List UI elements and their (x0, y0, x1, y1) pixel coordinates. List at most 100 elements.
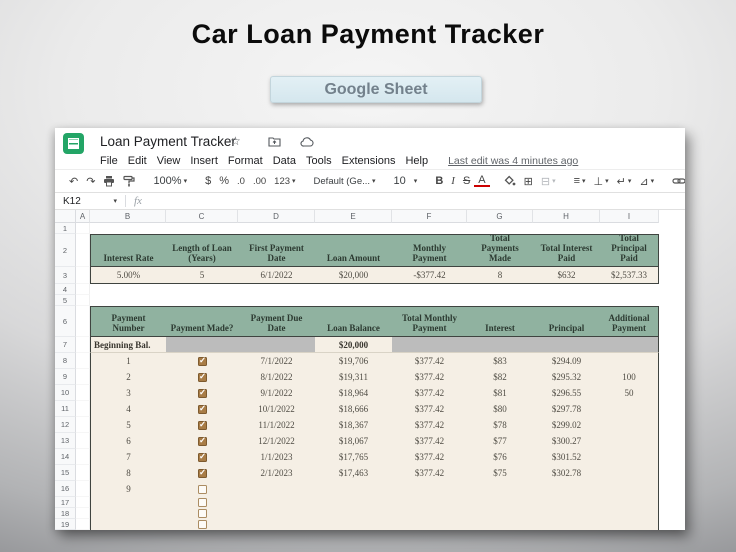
fill-color-icon[interactable] (500, 175, 520, 187)
cell-I15[interactable] (600, 465, 659, 481)
cell-I19[interactable] (600, 519, 659, 530)
cell-E14[interactable]: $17,765 (315, 449, 392, 465)
more-formats-button[interactable]: 123 ▾ (270, 176, 299, 187)
menu-format[interactable]: Format (228, 155, 263, 167)
cell-E18[interactable] (315, 508, 392, 519)
cell-I10[interactable]: 50 (600, 385, 659, 401)
cell-D4[interactable] (238, 284, 315, 295)
cell-G5[interactable] (467, 295, 533, 306)
payment-checkbox[interactable] (197, 403, 207, 414)
row-number-13[interactable]: 13 (55, 433, 76, 449)
cell-I5[interactable] (600, 295, 659, 306)
cell-C14[interactable] (166, 449, 238, 465)
cell-E8[interactable]: $19,706 (315, 353, 392, 369)
cell-C3[interactable]: 5 (166, 267, 238, 284)
cell-F15[interactable]: $377.42 (392, 465, 467, 481)
col-header-I[interactable]: I (600, 210, 659, 223)
cell-G12[interactable]: $78 (467, 417, 533, 433)
cell-E11[interactable]: $18,666 (315, 401, 392, 417)
cell-B15[interactable]: 8 (90, 465, 166, 481)
cell-B1[interactable] (90, 223, 166, 234)
payment-checkbox[interactable] (197, 451, 207, 462)
cell-F13[interactable]: $377.42 (392, 433, 467, 449)
cell-D14[interactable]: 1/1/2023 (238, 449, 315, 465)
cell-C7[interactable] (166, 337, 238, 353)
cell-C17[interactable] (166, 497, 238, 508)
row-number-16[interactable]: 16 (55, 481, 76, 497)
undo-icon[interactable]: ↶ (65, 175, 82, 188)
cell-I4[interactable] (600, 284, 659, 295)
cell-F3[interactable]: -$377.42 (392, 267, 467, 284)
row-number-6[interactable]: 6 (55, 306, 76, 337)
cell-G19[interactable] (467, 519, 533, 530)
cell-A12[interactable] (76, 417, 90, 433)
row-number-3[interactable]: 3 (55, 267, 76, 284)
cell-C15[interactable] (166, 465, 238, 481)
cell-G14[interactable]: $76 (467, 449, 533, 465)
cell-G9[interactable]: $82 (467, 369, 533, 385)
cell-I2[interactable]: Total Principal Paid (600, 234, 659, 267)
format-percent-icon[interactable]: % (215, 175, 233, 187)
google-sheet-badge[interactable]: Google Sheet (270, 76, 482, 103)
col-header-B[interactable]: B (90, 210, 166, 223)
cell-H16[interactable] (533, 481, 600, 497)
cell-H8[interactable]: $294.09 (533, 353, 600, 369)
cell-G7[interactable] (467, 337, 533, 353)
payment-checkbox[interactable] (197, 387, 207, 398)
cell-C19[interactable] (166, 519, 238, 530)
cell-H5[interactable] (533, 295, 600, 306)
cell-B13[interactable]: 6 (90, 433, 166, 449)
cell-C16[interactable] (166, 481, 238, 497)
text-rotation-icon[interactable]: ⊿ ▾ (635, 175, 658, 188)
cell-D19[interactable] (238, 519, 315, 530)
cell-E2[interactable]: Loan Amount (315, 234, 392, 267)
format-currency-icon[interactable]: $ (201, 175, 215, 187)
text-color-icon[interactable]: A (474, 175, 490, 187)
cell-A15[interactable] (76, 465, 90, 481)
cell-D2[interactable]: First Payment Date (238, 234, 315, 267)
row-number-9[interactable]: 9 (55, 369, 76, 385)
payment-checkbox[interactable] (197, 520, 207, 529)
cell-A18[interactable] (76, 508, 90, 519)
menu-extensions[interactable]: Extensions (342, 155, 396, 167)
cell-F1[interactable] (392, 223, 467, 234)
cell-D10[interactable]: 9/1/2022 (238, 385, 315, 401)
font-size-select[interactable]: 10 ▾ (390, 175, 422, 187)
cell-C10[interactable] (166, 385, 238, 401)
cell-G4[interactable] (467, 284, 533, 295)
cell-H7[interactable] (533, 337, 600, 353)
cell-G10[interactable]: $81 (467, 385, 533, 401)
cell-H6[interactable]: Principal (533, 306, 600, 337)
redo-icon[interactable]: ↷ (82, 175, 99, 188)
cell-C5[interactable] (166, 295, 238, 306)
cell-F4[interactable] (392, 284, 467, 295)
cell-E16[interactable] (315, 481, 392, 497)
cell-F2[interactable]: Monthly Payment (392, 234, 467, 267)
cell-G16[interactable] (467, 481, 533, 497)
cell-D12[interactable]: 11/1/2022 (238, 417, 315, 433)
cell-B6[interactable]: Payment Number (90, 306, 166, 337)
cell-H12[interactable]: $299.02 (533, 417, 600, 433)
col-header-G[interactable]: G (467, 210, 533, 223)
sheets-logo-icon[interactable] (63, 133, 84, 154)
cell-I12[interactable] (600, 417, 659, 433)
row-number-10[interactable]: 10 (55, 385, 76, 401)
row-number-7[interactable]: 7 (55, 337, 76, 353)
bold-icon[interactable]: B (431, 175, 447, 187)
cell-F11[interactable]: $377.42 (392, 401, 467, 417)
cell-C1[interactable] (166, 223, 238, 234)
cell-B2[interactable]: Interest Rate (90, 234, 166, 267)
text-wrap-icon[interactable]: ↵ ▾ (613, 175, 636, 188)
col-header-F[interactable]: F (392, 210, 467, 223)
payment-checkbox[interactable] (197, 509, 207, 518)
row-number-2[interactable]: 2 (55, 234, 76, 267)
cell-D13[interactable]: 12/1/2022 (238, 433, 315, 449)
cell-A9[interactable] (76, 369, 90, 385)
cell-C13[interactable] (166, 433, 238, 449)
cell-G11[interactable]: $80 (467, 401, 533, 417)
font-select[interactable]: Default (Ge... ▾ (310, 176, 380, 187)
cell-G13[interactable]: $77 (467, 433, 533, 449)
cell-C4[interactable] (166, 284, 238, 295)
menu-view[interactable]: View (157, 155, 181, 167)
cell-H11[interactable]: $297.78 (533, 401, 600, 417)
